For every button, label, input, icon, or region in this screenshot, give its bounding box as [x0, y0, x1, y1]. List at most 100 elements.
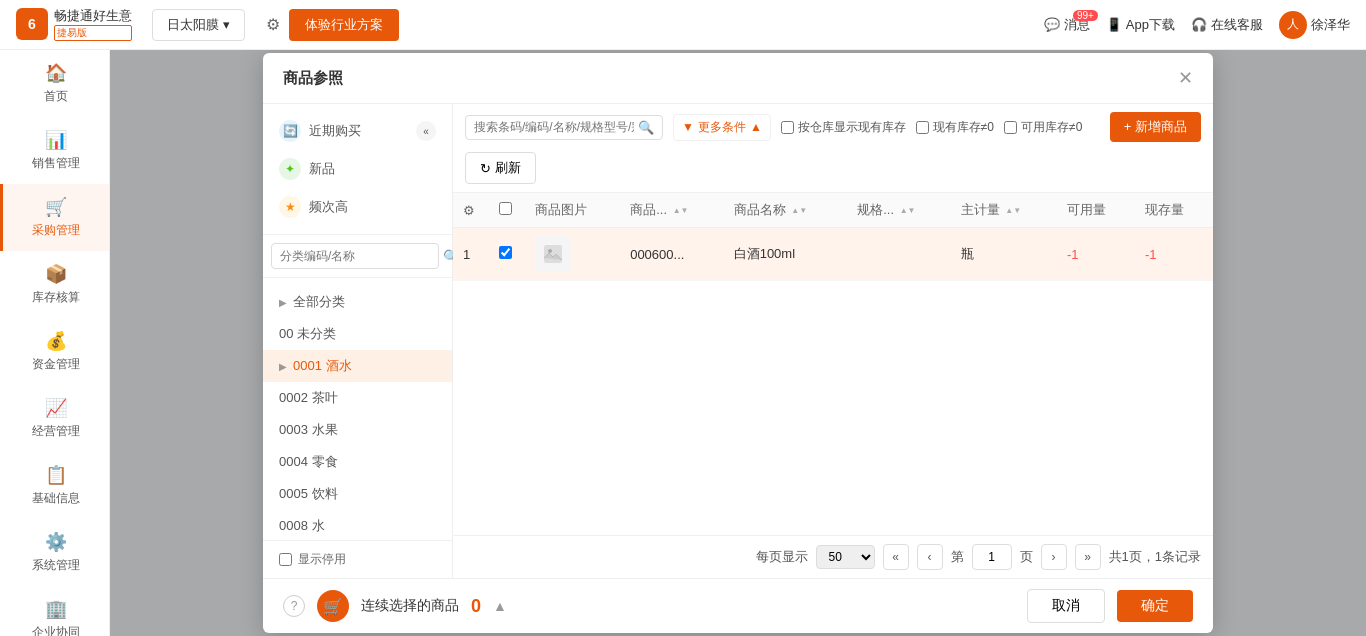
row-spec — [847, 228, 951, 281]
col-spec[interactable]: 规格... ▲▼ — [847, 193, 951, 228]
user-profile[interactable]: 人 徐泽华 — [1279, 11, 1350, 39]
sidebar-item-inventory[interactable]: 📦 库存核算 — [0, 251, 109, 318]
checkbox-warehouse[interactable] — [781, 121, 794, 134]
message-icon: 💬 — [1044, 17, 1060, 32]
cat-snack[interactable]: 0004 零食 — [263, 446, 452, 478]
checkbox-current[interactable] — [916, 121, 929, 134]
sidebar-item-basic-info[interactable]: 📋 基础信息 — [0, 452, 109, 519]
svg-rect-0 — [544, 245, 562, 263]
show-disabled: 显示停用 — [263, 540, 452, 578]
modal-title: 商品参照 — [283, 69, 343, 88]
cat-water[interactable]: 0008 水 — [263, 510, 452, 540]
cart-label: 连续选择的商品 — [361, 597, 459, 615]
next-page-button[interactable]: › — [1041, 544, 1067, 570]
sidebar-item-home[interactable]: 🏠 首页 — [0, 50, 109, 117]
category-search-input[interactable] — [271, 243, 439, 269]
system-icon: ⚙️ — [45, 531, 67, 553]
last-page-button[interactable]: » — [1075, 544, 1101, 570]
first-page-button[interactable]: « — [883, 544, 909, 570]
sidebar-item-sales[interactable]: 📊 销售管理 — [0, 117, 109, 184]
product-image — [535, 236, 571, 272]
logo-icon: 6 — [16, 8, 48, 40]
product-table-wrap: ⚙ 商品图片 — [453, 193, 1213, 535]
confirm-button[interactable]: 确定 — [1117, 590, 1193, 622]
sidebar-item-system[interactable]: ⚙️ 系统管理 — [0, 519, 109, 586]
sales-icon: 📊 — [45, 129, 67, 151]
prev-page-button[interactable]: ‹ — [917, 544, 943, 570]
cancel-button[interactable]: 取消 — [1027, 589, 1105, 623]
checkbox-available-label[interactable]: 可用库存≠0 — [1004, 119, 1082, 136]
sidebar: 🏠 首页 📊 销售管理 🛒 采购管理 📦 库存核算 💰 资金管理 📈 经营管理 … — [0, 50, 110, 636]
logo: 6 畅捷通好生意 捷易版 — [16, 8, 132, 41]
product-search-input[interactable] — [474, 120, 634, 134]
quick-item-freq[interactable]: ★ 频次高 — [263, 188, 452, 226]
modal-close-button[interactable]: ✕ — [1178, 67, 1193, 89]
sidebar-item-enterprise[interactable]: 🏢 企业协同 — [0, 586, 109, 636]
add-product-button[interactable]: + 新增商品 — [1110, 112, 1201, 142]
help-icon[interactable]: ? — [283, 595, 305, 617]
trial-button[interactable]: 体验行业方案 — [289, 9, 399, 41]
show-disabled-label: 显示停用 — [298, 551, 346, 568]
row-code: 000600... — [620, 228, 724, 281]
cat-tea[interactable]: 0002 茶叶 — [263, 382, 452, 414]
phone-icon: 📱 — [1106, 17, 1122, 32]
sidebar-item-operations[interactable]: 📈 经营管理 — [0, 385, 109, 452]
category-search-box: 🔍 — [263, 235, 452, 278]
col-settings: ⚙ — [453, 193, 489, 228]
col-code[interactable]: 商品... ▲▼ — [620, 193, 724, 228]
row-name: 白酒100ml — [724, 228, 848, 281]
category-tree: ▶ 全部分类 00 未分类 ▶ 0001 酒水 0002 茶 — [263, 278, 452, 540]
page-input[interactable] — [972, 544, 1012, 570]
cat-all[interactable]: ▶ 全部分类 — [263, 286, 452, 318]
checkbox-current-label[interactable]: 现有库存≠0 — [916, 119, 994, 136]
settings-icon[interactable]: ⚙ — [257, 9, 289, 41]
select-all-checkbox[interactable] — [499, 202, 512, 215]
search-icon[interactable]: 🔍 — [638, 120, 654, 135]
expand-icon-wine: ▶ — [279, 361, 287, 372]
messages-button[interactable]: 💬 99+ 消息 — [1044, 16, 1090, 34]
sidebar-item-finance[interactable]: 💰 资金管理 — [0, 318, 109, 385]
operations-icon: 📈 — [45, 397, 67, 419]
row-stock: -1 — [1135, 228, 1213, 281]
col-stock: 现存量 — [1135, 193, 1213, 228]
app-name: 畅捷通好生意 — [54, 8, 132, 25]
cat-wine[interactable]: ▶ 0001 酒水 — [263, 350, 452, 382]
store-selector[interactable]: 日太阳膜 ▾ — [152, 9, 245, 41]
row-available: -1 — [1057, 228, 1135, 281]
cat-fruit[interactable]: 0003 水果 — [263, 414, 452, 446]
row-checkbox[interactable] — [489, 228, 525, 281]
filter-button[interactable]: ▼ 更多条件 ▲ — [673, 114, 771, 141]
quick-item-recent[interactable]: 🔄 近期购买 « — [263, 112, 452, 150]
col-unit[interactable]: 主计量 ▲▼ — [951, 193, 1057, 228]
col-checkbox — [489, 193, 525, 228]
refresh-button[interactable]: ↻ 刷新 — [465, 152, 536, 184]
app-download-button[interactable]: 📱 App下载 — [1106, 16, 1175, 34]
toolbar: 🔍 ▼ 更多条件 ▲ 按仓库显示现有库存 — [453, 104, 1213, 193]
cart-button[interactable]: 🛒 — [317, 590, 349, 622]
checkbox-available[interactable] — [1004, 121, 1017, 134]
online-service-button[interactable]: 🎧 在线客服 — [1191, 16, 1263, 34]
col-settings-icon[interactable]: ⚙ — [463, 203, 475, 218]
cat-beverage[interactable]: 0005 饮料 — [263, 478, 452, 510]
quick-item-new[interactable]: ✦ 新品 — [263, 150, 452, 188]
chevron-down-icon: ▾ — [223, 17, 230, 32]
collapse-button[interactable]: « — [416, 121, 436, 141]
info-icon: 📋 — [45, 464, 67, 486]
sidebar-item-purchase[interactable]: 🛒 采购管理 — [0, 184, 109, 251]
cart-count: 0 — [471, 596, 481, 617]
table-row[interactable]: 1 — [453, 228, 1213, 281]
page-size-select[interactable]: 50 20 100 — [816, 545, 875, 569]
show-disabled-checkbox[interactable] — [279, 553, 292, 566]
avatar: 人 — [1279, 11, 1307, 39]
collapse-up-icon[interactable]: ▲ — [493, 598, 507, 614]
expand-icon-all: ▶ — [279, 297, 287, 308]
col-name[interactable]: 商品名称 ▲▼ — [724, 193, 848, 228]
modal-body: 🔄 近期购买 « ✦ 新品 ★ 频次高 — [263, 104, 1213, 578]
cat-uncategorized[interactable]: 00 未分类 — [263, 318, 452, 350]
checkbox-warehouse-label[interactable]: 按仓库显示现有库存 — [781, 119, 906, 136]
col-img: 商品图片 — [525, 193, 620, 228]
sort-spec-icon: ▲▼ — [900, 206, 916, 215]
row-select-checkbox[interactable] — [499, 246, 512, 259]
freq-icon: ★ — [279, 196, 301, 218]
filter-expand-icon: ▲ — [750, 120, 762, 134]
